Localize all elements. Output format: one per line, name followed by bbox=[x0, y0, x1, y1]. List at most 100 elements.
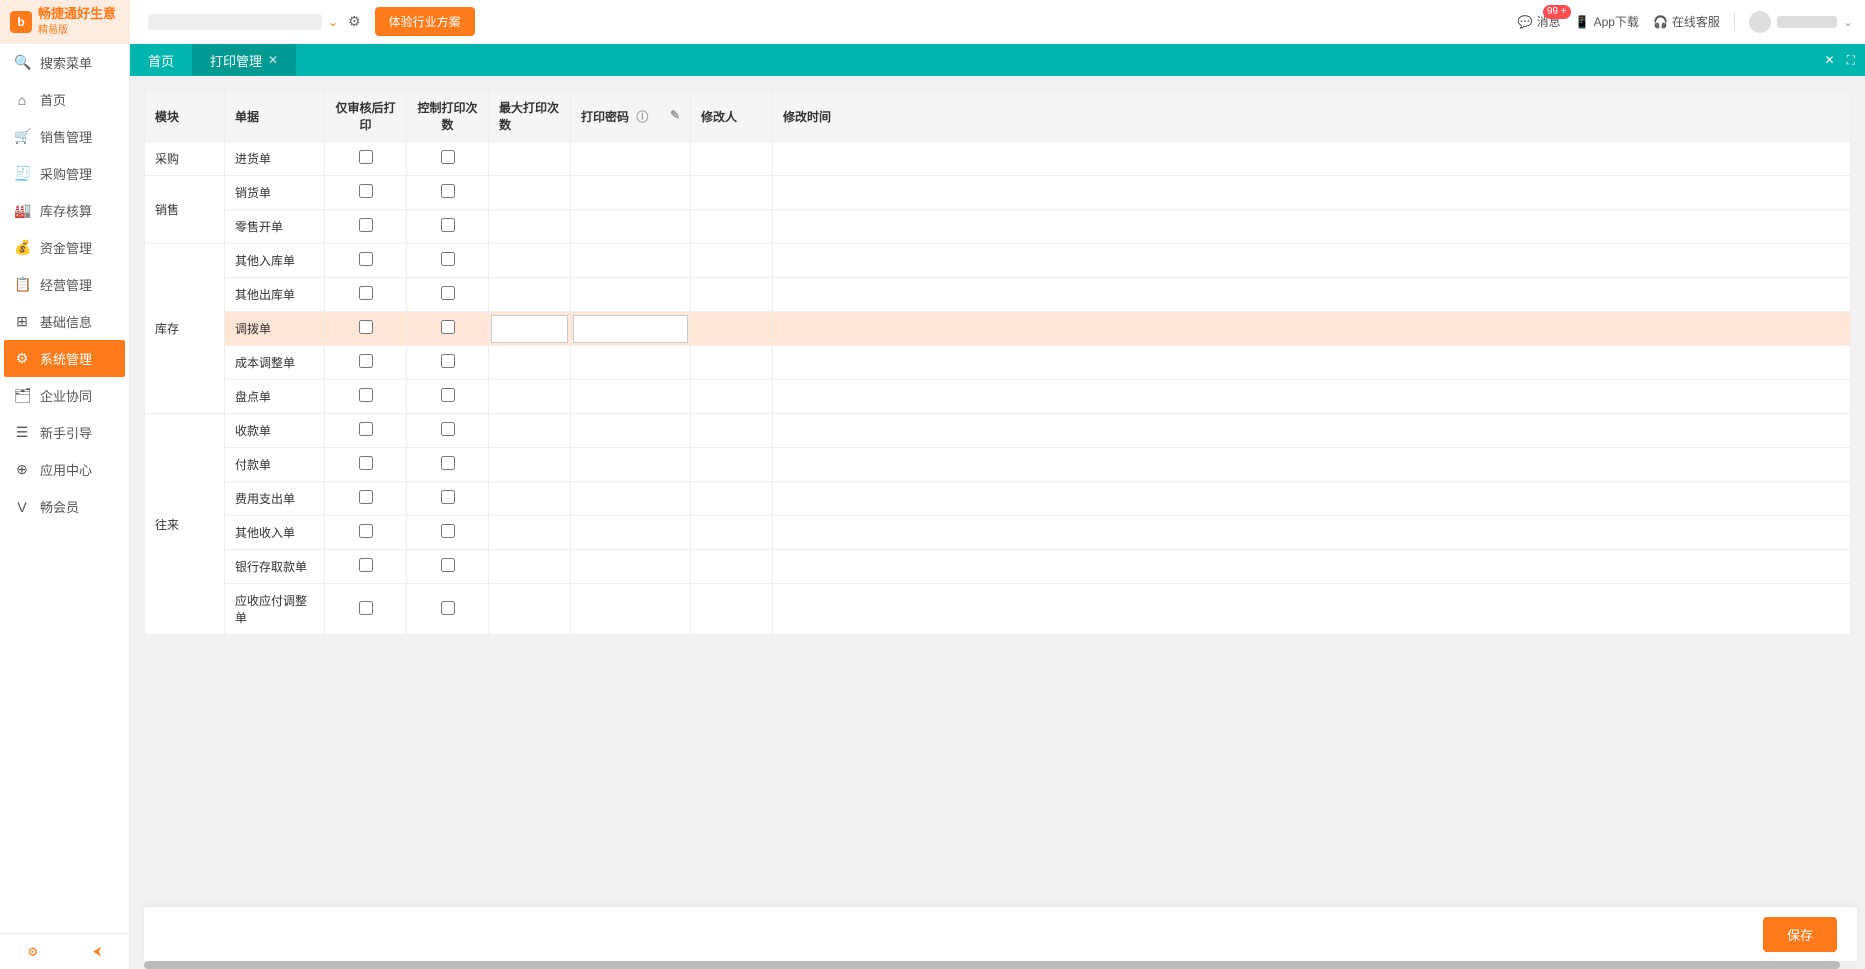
nav-vip[interactable]: V畅会员 bbox=[0, 488, 129, 525]
control-count-checkbox[interactable] bbox=[441, 286, 455, 300]
nav-inventory-cost-label: 库存核算 bbox=[40, 201, 92, 220]
industry-demo-button[interactable]: 体验行业方案 bbox=[375, 7, 475, 36]
logo-icon: b bbox=[10, 11, 32, 33]
settings-icon[interactable]: ⚙ bbox=[27, 945, 38, 959]
control-count-checkbox[interactable] bbox=[441, 218, 455, 232]
save-button[interactable]: 保存 bbox=[1763, 917, 1837, 952]
password-cell bbox=[571, 584, 691, 635]
audit-only-checkbox[interactable] bbox=[359, 184, 373, 198]
audit-only-checkbox[interactable] bbox=[359, 558, 373, 572]
audit-only-checkbox[interactable] bbox=[359, 320, 373, 334]
nav-guide-label: 新手引导 bbox=[40, 423, 92, 442]
modifier-cell bbox=[691, 346, 773, 380]
nav-guide[interactable]: ☰ 新手引导 bbox=[0, 414, 129, 451]
nav-sales-label: 销售管理 bbox=[40, 127, 92, 146]
nav-collab[interactable]: 🗂企业协同 bbox=[0, 377, 129, 414]
control-count-checkbox[interactable] bbox=[441, 490, 455, 504]
app-download-link[interactable]: 📱 App下载 bbox=[1575, 13, 1639, 30]
doc-cell: 应收应付调整单 bbox=[225, 584, 325, 635]
audit-only-checkbox[interactable] bbox=[359, 601, 373, 615]
tenant-select[interactable]: ⌄ bbox=[148, 8, 338, 36]
audit-only-checkbox[interactable] bbox=[359, 524, 373, 538]
logo-area[interactable]: b 畅捷通好生意 精易版 bbox=[0, 0, 130, 44]
gear-icon[interactable]: ⚙ bbox=[348, 13, 361, 30]
nav-apps[interactable]: ⊕应用中心 bbox=[0, 451, 129, 488]
collapse-icon[interactable]: ⮜ bbox=[93, 944, 102, 959]
audit-only-checkbox[interactable] bbox=[359, 388, 373, 402]
audit-only-checkbox[interactable] bbox=[359, 456, 373, 470]
app-download-label: App下载 bbox=[1594, 13, 1639, 30]
tab-print-manage[interactable]: 打印管理 ✕ bbox=[192, 44, 296, 76]
nav-purchase-label: 采购管理 bbox=[40, 164, 92, 183]
nav-basic[interactable]: ⊞基础信息 bbox=[0, 303, 129, 340]
nav-operation[interactable]: 📋经营管理 bbox=[0, 266, 129, 303]
control-count-checkbox[interactable] bbox=[441, 150, 455, 164]
nav-search-icon: 🔍 bbox=[14, 54, 30, 71]
nav-funds-icon: 💰 bbox=[14, 239, 30, 256]
control-count-checkbox[interactable] bbox=[441, 320, 455, 334]
nav-purchase[interactable]: 🧾采购管理 bbox=[0, 155, 129, 192]
mod-time-cell bbox=[773, 142, 1851, 176]
mod-time-cell bbox=[773, 550, 1851, 584]
max-count-input[interactable] bbox=[491, 315, 568, 343]
password-cell bbox=[571, 278, 691, 312]
topbar-right: 💬 消息 99 + 📱 App下载 🎧 在线客服 ⌄ bbox=[1518, 11, 1853, 33]
fullscreen-icon[interactable]: ⛶ bbox=[1847, 53, 1855, 68]
control-count-checkbox[interactable] bbox=[441, 524, 455, 538]
messages-link[interactable]: 💬 消息 99 + bbox=[1518, 13, 1561, 30]
table-row: 其他出库单 bbox=[145, 278, 1851, 312]
sidebar-footer: ⚙ ⮜ bbox=[0, 933, 129, 969]
control-count-checkbox[interactable] bbox=[441, 388, 455, 402]
user-name-placeholder bbox=[1777, 16, 1837, 28]
control-count-checkbox[interactable] bbox=[441, 252, 455, 266]
sidebar: 🔍搜索菜单⌂首页🛒销售管理🧾采购管理 🏭 库存核算 💰 资金管理 📋经营管理⊞基础信息⚙系… bbox=[0, 44, 130, 969]
close-icon[interactable]: ✕ bbox=[268, 53, 278, 67]
nav-basic-label: 基础信息 bbox=[40, 312, 92, 331]
help-icon[interactable]: ⓘ bbox=[636, 110, 648, 124]
nav-funds[interactable]: 💰 资金管理 bbox=[0, 229, 129, 266]
control-count-checkbox[interactable] bbox=[441, 354, 455, 368]
nav-guide-icon: ☰ bbox=[14, 424, 30, 441]
close-all-icon[interactable]: ✕ bbox=[1825, 53, 1835, 67]
audit-only-checkbox[interactable] bbox=[359, 150, 373, 164]
modifier-cell bbox=[691, 244, 773, 278]
control-count-checkbox[interactable] bbox=[441, 422, 455, 436]
header-password-label: 打印密码 bbox=[581, 110, 629, 124]
horizontal-scrollbar[interactable] bbox=[144, 961, 1857, 969]
tab-home[interactable]: 首页 bbox=[130, 44, 192, 76]
nav-home[interactable]: ⌂首页 bbox=[0, 81, 129, 118]
audit-only-checkbox[interactable] bbox=[359, 218, 373, 232]
headset-icon: 🎧 bbox=[1653, 15, 1668, 29]
brand-edition: 精易版 bbox=[38, 21, 116, 36]
table-row: 往来收款单 bbox=[145, 414, 1851, 448]
nav-operation-label: 经营管理 bbox=[40, 275, 92, 294]
control-count-checkbox[interactable] bbox=[441, 558, 455, 572]
max-count-cell bbox=[489, 414, 571, 448]
nav-search[interactable]: 🔍搜索菜单 bbox=[0, 44, 129, 81]
mod-time-cell bbox=[773, 176, 1851, 210]
nav-system[interactable]: ⚙系统管理 bbox=[4, 340, 125, 377]
control-count-checkbox[interactable] bbox=[441, 456, 455, 470]
support-link[interactable]: 🎧 在线客服 bbox=[1653, 13, 1720, 30]
control-count-checkbox[interactable] bbox=[441, 601, 455, 615]
edit-icon[interactable]: ✎ bbox=[670, 108, 680, 122]
audit-only-checkbox[interactable] bbox=[359, 354, 373, 368]
doc-cell: 调拨单 bbox=[225, 312, 325, 346]
mod-time-cell bbox=[773, 244, 1851, 278]
modifier-cell bbox=[691, 414, 773, 448]
user-menu[interactable]: ⌄ bbox=[1749, 11, 1853, 33]
audit-only-checkbox[interactable] bbox=[359, 422, 373, 436]
nav-inventory-cost-icon: 🏭 bbox=[14, 202, 30, 219]
nav-sales[interactable]: 🛒销售管理 bbox=[0, 118, 129, 155]
print-settings-table: 模块 单据 仅审核后打印 控制打印次数 最大打印次数 打印密码 ⓘ ✎ 修改人 bbox=[144, 90, 1851, 635]
nav-inventory-cost[interactable]: 🏭 库存核算 bbox=[0, 192, 129, 229]
password-cell bbox=[571, 482, 691, 516]
nav-funds-label: 资金管理 bbox=[40, 238, 92, 257]
audit-only-checkbox[interactable] bbox=[359, 286, 373, 300]
audit-only-checkbox[interactable] bbox=[359, 252, 373, 266]
password-input[interactable] bbox=[573, 315, 688, 343]
control-count-checkbox[interactable] bbox=[441, 184, 455, 198]
scrollbar-thumb[interactable] bbox=[144, 961, 1840, 969]
audit-only-checkbox[interactable] bbox=[359, 490, 373, 504]
nav-home-icon: ⌂ bbox=[14, 92, 30, 108]
